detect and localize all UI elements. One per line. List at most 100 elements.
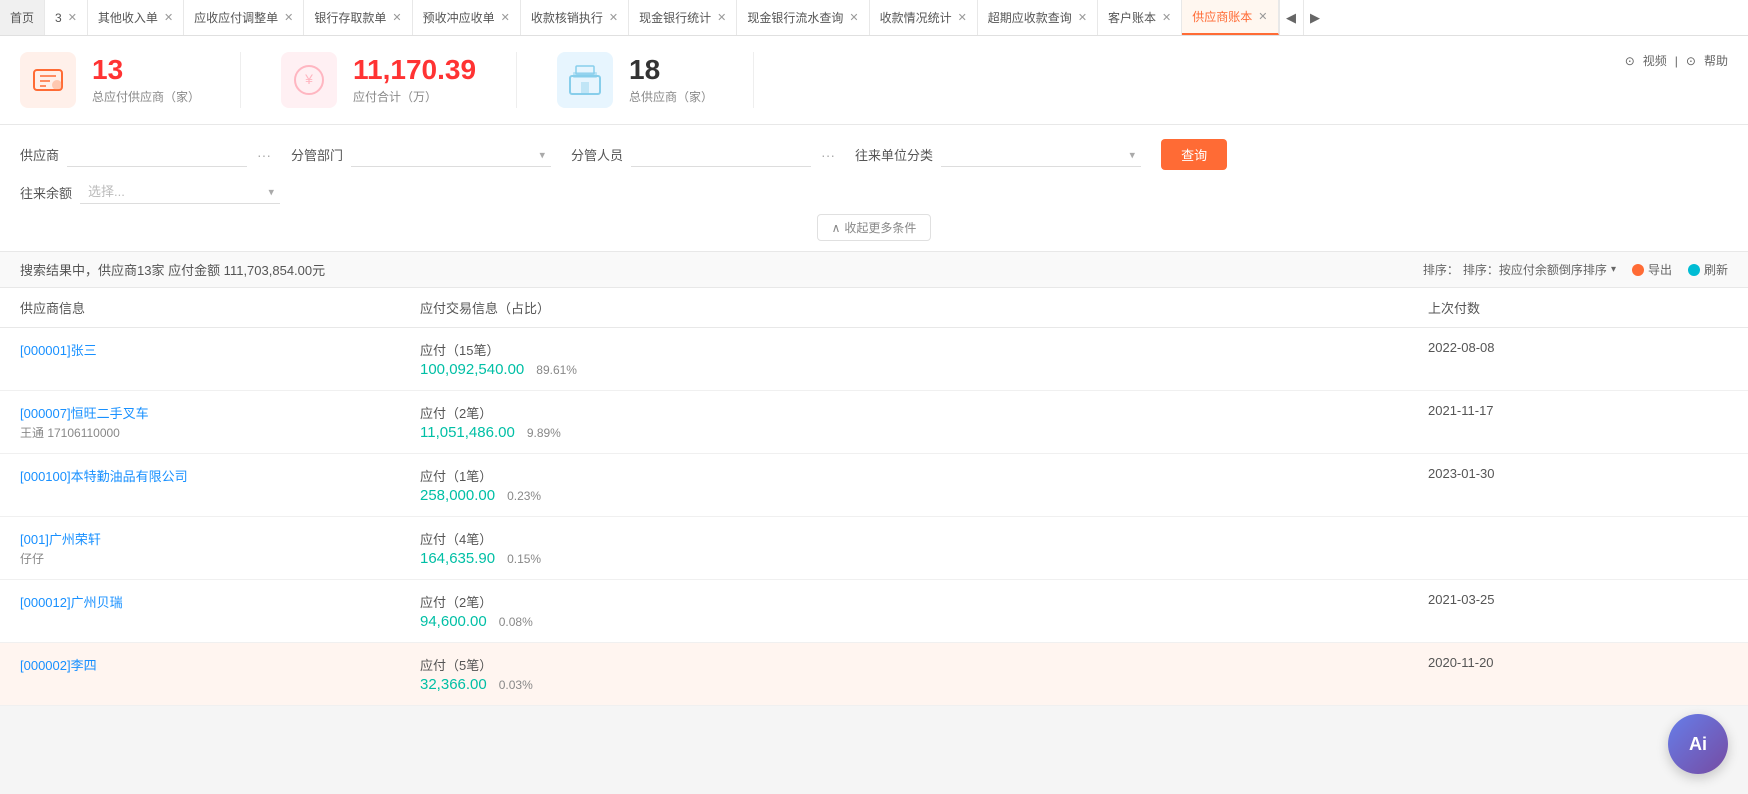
table-row[interactable]: [000007]恒旺二手叉车 王通 17106110000 应付（2笔） 11,… xyxy=(0,391,1748,454)
supplier-name-link[interactable]: [000100]本特勤油品有限公司 xyxy=(20,466,420,485)
supplier-sub: 王通 17106110000 xyxy=(20,424,420,441)
supplier-name-link[interactable]: [000002]李四 xyxy=(20,655,420,674)
person-dots-button[interactable]: ··· xyxy=(821,147,835,163)
close-icon[interactable]: ✕ xyxy=(1258,10,1267,23)
nav-tab-supplier-ledger[interactable]: 供应商账本 ✕ xyxy=(1182,0,1278,35)
summary-card-total-suppliers: 18 总供应商（家） xyxy=(557,52,754,108)
sort-value: 排序：按应付余额倒序排序 xyxy=(1463,261,1607,278)
close-icon[interactable]: ✕ xyxy=(284,11,293,24)
filter-dept: 分管部门 xyxy=(291,143,551,167)
sort-select[interactable]: 排序： 排序：按应付余额倒序排序 ▾ xyxy=(1423,261,1616,278)
nav-tab-ar-ap-adjust[interactable]: 应收应付调整单 ✕ xyxy=(184,0,304,35)
close-icon[interactable]: ✕ xyxy=(958,11,967,24)
nav-tab-other-income[interactable]: 其他收入单 ✕ xyxy=(88,0,184,35)
close-icon[interactable]: ✕ xyxy=(717,11,726,24)
person-input[interactable] xyxy=(631,143,811,167)
supplier-sub: 仔仔 xyxy=(20,550,420,567)
video-icon[interactable]: ⊙ xyxy=(1625,54,1635,68)
nav-tab-home-label: 首页 xyxy=(10,9,34,26)
category-select[interactable] xyxy=(941,143,1141,167)
filter-supplier: 供应商 ··· xyxy=(20,143,271,167)
tx-amount-link[interactable]: 100,092,540.00 xyxy=(420,361,524,378)
tx-amount-link[interactable]: 94,600.00 xyxy=(420,613,487,630)
help-link[interactable]: 帮助 xyxy=(1704,52,1728,69)
nav-tab-bank-deposit[interactable]: 银行存取款单 ✕ xyxy=(304,0,412,35)
supplier-name-link[interactable]: [001]广州荣轩 xyxy=(20,529,420,548)
balance-select[interactable]: 选择... xyxy=(80,180,280,204)
collapse-label: 收起更多条件 xyxy=(844,219,916,236)
tx-amount-link[interactable]: 164,635.90 xyxy=(420,550,495,567)
results-bar: 搜索结果中，供应商13家 应付金额 111,703,854.00元 排序： 排序… xyxy=(0,252,1748,288)
summary-card-3-text: 18 总供应商（家） xyxy=(629,55,713,105)
close-icon[interactable]: ✕ xyxy=(849,11,858,24)
tx-label: 应付（15笔） xyxy=(420,340,1428,359)
nav-tab-home[interactable]: 首页 xyxy=(0,0,45,35)
person-label: 分管人员 xyxy=(571,145,623,164)
filter-area: 供应商 ··· 分管部门 分管人员 ··· 往来单位分类 xyxy=(0,125,1748,252)
nav-tab-overdue-ar[interactable]: 超期应收款查询 ✕ xyxy=(978,0,1098,35)
dept-select[interactable] xyxy=(351,143,551,167)
table-row[interactable]: [000100]本特勤油品有限公司 应付（1笔） 258,000.00 0.23… xyxy=(0,454,1748,517)
table-row[interactable]: [000001]张三 应付（15笔） 100,092,540.00 89.61%… xyxy=(0,328,1748,391)
nav-tab-customer-ledger[interactable]: 客户账本 ✕ xyxy=(1098,0,1182,35)
tx-amount-link[interactable]: 258,000.00 xyxy=(420,487,495,504)
nav-tab-customer-ledger-label: 客户账本 xyxy=(1108,9,1156,26)
supplier-name-link[interactable]: [000001]张三 xyxy=(20,340,420,359)
suppliers-payable-icon xyxy=(20,52,76,108)
supplier-name-link[interactable]: [000012]广州贝瑞 xyxy=(20,592,420,611)
tx-amount-link[interactable]: 11,051,486.00 xyxy=(420,424,515,441)
nav-tab-receipt-verify[interactable]: 收款核销执行 ✕ xyxy=(521,0,629,35)
refresh-label: 刷新 xyxy=(1704,261,1728,278)
query-button[interactable]: 查询 xyxy=(1161,139,1227,170)
export-button[interactable]: 导出 xyxy=(1632,261,1672,278)
tx-amount-link[interactable]: 32,366.00 xyxy=(420,676,487,693)
nav-tab-receipt-stat[interactable]: 收款情况统计 ✕ xyxy=(870,0,978,35)
total-suppliers-label: 总供应商（家） xyxy=(629,88,713,105)
supplier-input[interactable] xyxy=(67,143,247,167)
nav-tab-pre-receive[interactable]: 预收冲应收单 ✕ xyxy=(413,0,521,35)
table-row[interactable]: [000002]李四 应付（5笔） 32,366.00 0.03% 2020-1… xyxy=(0,643,1748,706)
collapse-button[interactable]: ∧ 收起更多条件 xyxy=(817,214,932,241)
tx-percent: 89.61% xyxy=(536,363,577,377)
video-link[interactable]: 视频 xyxy=(1643,52,1667,69)
tx-info-cell: 应付（5笔） 32,366.00 0.03% xyxy=(420,655,1428,693)
tx-percent: 9.89% xyxy=(527,426,561,440)
tx-info-cell: 应付（2笔） 11,051,486.00 9.89% xyxy=(420,403,1428,441)
payable-total-icon: ¥ xyxy=(281,52,337,108)
nav-tab-cash-bank-stat[interactable]: 现金银行统计 ✕ xyxy=(629,0,737,35)
close-icon[interactable]: ✕ xyxy=(1162,11,1171,24)
filter-balance: 往来余额 选择... xyxy=(20,180,280,204)
supplier-info-cell: [000012]广州贝瑞 xyxy=(20,592,420,611)
nav-prev-arrow[interactable]: ◀ xyxy=(1279,0,1303,35)
nav-next-arrow[interactable]: ▶ xyxy=(1303,0,1327,35)
export-label: 导出 xyxy=(1648,261,1672,278)
tx-row: 11,051,486.00 9.89% xyxy=(420,424,1428,441)
tx-info-cell: 应付（1笔） 258,000.00 0.23% xyxy=(420,466,1428,504)
nav-tab-3-close[interactable]: ✕ xyxy=(68,11,77,24)
close-icon[interactable]: ✕ xyxy=(164,11,173,24)
close-icon[interactable]: ✕ xyxy=(501,11,510,24)
nav-tab-3[interactable]: 3 ✕ xyxy=(45,0,88,35)
close-icon[interactable]: ✕ xyxy=(609,11,618,24)
summary-bar: 13 总应付供应商（家） ¥ 11,170.39 应付合计（万） 18 xyxy=(0,36,1748,125)
balance-label: 往来余额 xyxy=(20,183,72,202)
tx-percent: 0.15% xyxy=(507,552,541,566)
refresh-button[interactable]: 刷新 xyxy=(1688,261,1728,278)
tx-label: 应付（2笔） xyxy=(420,592,1428,611)
table-row[interactable]: [001]广州荣轩 仔仔 应付（4笔） 164,635.90 0.15% xyxy=(0,517,1748,580)
tx-percent: 0.23% xyxy=(507,489,541,503)
nav-tab-cash-bank-flow[interactable]: 现金银行流水查询 ✕ xyxy=(737,0,869,35)
category-label: 往来单位分类 xyxy=(855,145,933,164)
supplier-dots-button[interactable]: ··· xyxy=(257,147,271,163)
ai-assistant-button[interactable]: Ai xyxy=(1668,714,1728,774)
table-row[interactable]: [000012]广州贝瑞 应付（2笔） 94,600.00 0.08% 2021… xyxy=(0,580,1748,643)
svg-text:¥: ¥ xyxy=(304,71,313,87)
nav-tab-ar-ap-adjust-label: 应收应付调整单 xyxy=(194,9,278,26)
help-icon[interactable]: ⊙ xyxy=(1686,54,1696,68)
filter-category: 往来单位分类 xyxy=(855,143,1141,167)
last-pay-cell: 2021-11-17 xyxy=(1428,403,1728,418)
close-icon[interactable]: ✕ xyxy=(1078,11,1087,24)
close-icon[interactable]: ✕ xyxy=(392,11,401,24)
supplier-name-link[interactable]: [000007]恒旺二手叉车 xyxy=(20,403,420,422)
supplier-info-cell: [000007]恒旺二手叉车 王通 17106110000 xyxy=(20,403,420,441)
